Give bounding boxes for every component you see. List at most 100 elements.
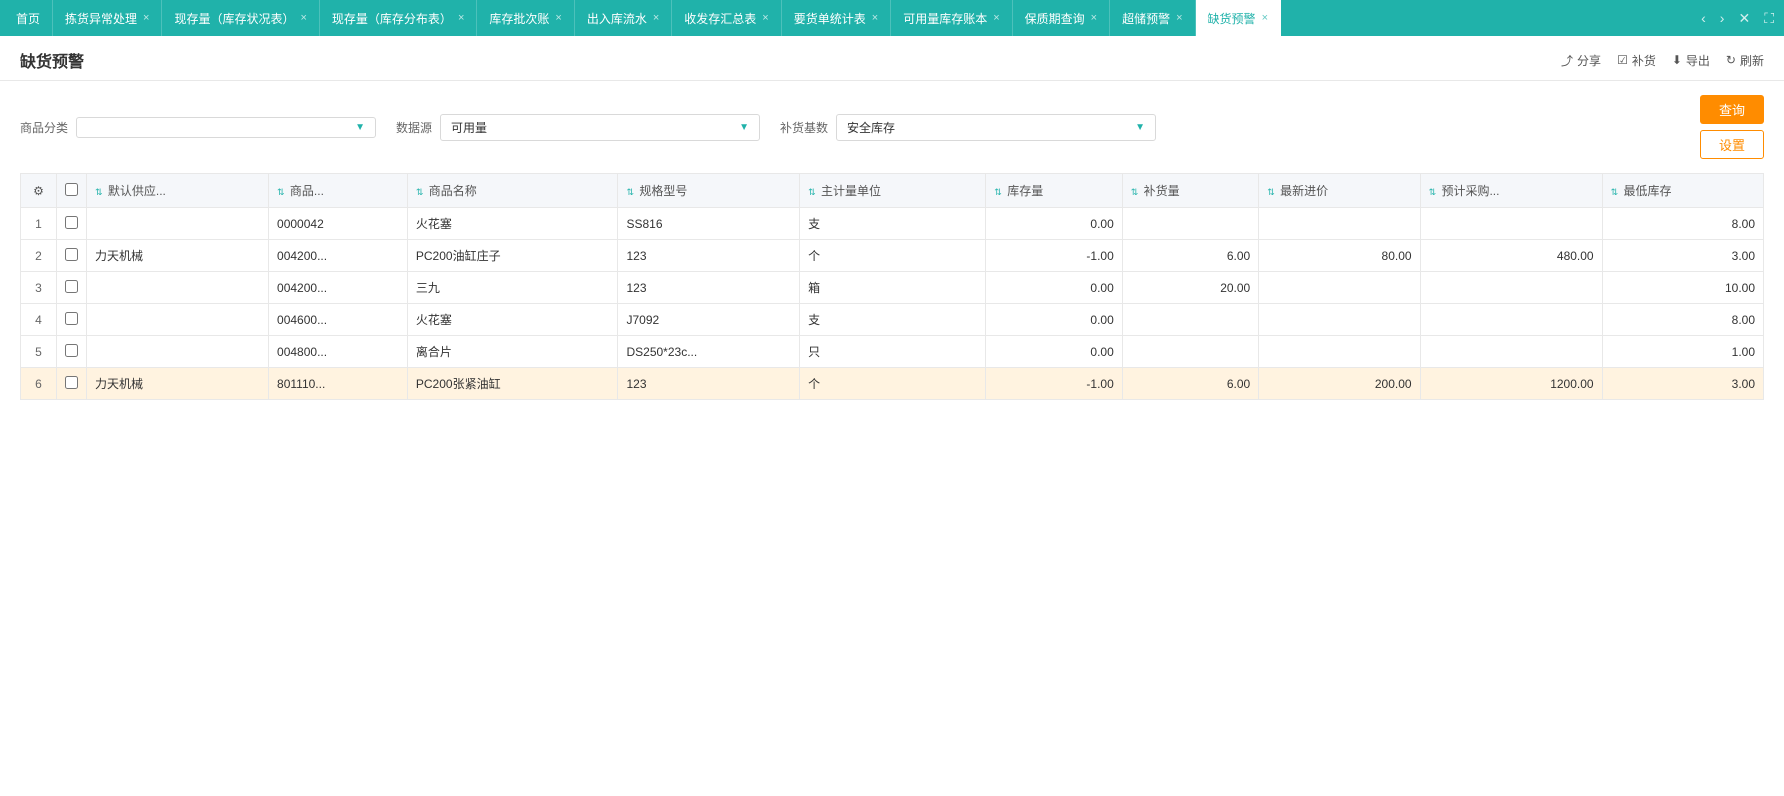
tab-available-ledger[interactable]: 可用量库存账本 × <box>891 0 1012 36</box>
tab-batch-account-label: 库存批次账 <box>489 10 549 27</box>
tab-summary-close[interactable]: × <box>762 12 768 24</box>
td-est-purchase <box>1420 336 1602 368</box>
data-table: ⚙ ⇅ 默认供应... ⇅ 商品... ⇅ 商品名称 <box>20 173 1764 400</box>
tab-inventory-status-close[interactable]: × <box>300 12 306 24</box>
td-spec: 123 <box>618 272 800 304</box>
th-stock[interactable]: ⇅ 库存量 <box>986 174 1122 208</box>
replenish-icon: ☑ <box>1617 53 1628 67</box>
settings-button[interactable]: 设置 <box>1700 130 1764 159</box>
row-checkbox[interactable] <box>65 312 78 325</box>
table-row: 3 004200... 三九 123 箱 0.00 20.00 10.00 <box>21 272 1764 304</box>
tab-inventory-status[interactable]: 现存量（库存状况表） × <box>162 0 319 36</box>
td-unit: 只 <box>800 336 986 368</box>
td-checkbox <box>57 208 87 240</box>
goods-name-sort-icon: ⇅ <box>416 187 424 197</box>
tab-home[interactable]: 首页 <box>4 0 53 36</box>
query-button[interactable]: 查询 <box>1700 95 1764 124</box>
export-icon: ⬇ <box>1672 53 1682 67</box>
th-spec[interactable]: ⇅ 规格型号 <box>618 174 800 208</box>
td-min-stock: 10.00 <box>1602 272 1763 304</box>
th-supplier[interactable]: ⇅ 默认供应... <box>87 174 269 208</box>
gear-icon[interactable]: ⚙ <box>33 184 44 198</box>
tab-overstock[interactable]: 超储预警 × <box>1110 0 1195 36</box>
filter-area: 商品分类 ▼ 数据源 可用量 ▼ 补货基数 安全库存 ▼ 查询 设置 <box>0 81 1784 173</box>
th-goods-code[interactable]: ⇅ 商品... <box>269 174 408 208</box>
td-spec: J7092 <box>618 304 800 336</box>
share-action[interactable]: ⤴ 分享 <box>1561 52 1601 69</box>
tab-expand-button[interactable]: ⛶ <box>1758 6 1780 31</box>
tab-shortage[interactable]: 缺货预警 × <box>1196 0 1281 36</box>
td-min-stock: 1.00 <box>1602 336 1763 368</box>
td-row-num: 5 <box>21 336 57 368</box>
td-spec: 123 <box>618 368 800 400</box>
tab-picking-exception[interactable]: 拣货异常处理 × <box>53 0 162 36</box>
refresh-action[interactable]: ↻ 刷新 <box>1726 52 1764 69</box>
tab-inventory-status-label: 现存量（库存状况表） <box>174 10 294 27</box>
th-unit[interactable]: ⇅ 主计量单位 <box>800 174 986 208</box>
replenish-basis-value: 安全库存 <box>847 119 895 136</box>
th-replenish[interactable]: ⇅ 补货量 <box>1122 174 1258 208</box>
tab-requisition[interactable]: 要货单统计表 × <box>782 0 891 36</box>
th-goods-name[interactable]: ⇅ 商品名称 <box>407 174 618 208</box>
tab-shelf-life[interactable]: 保质期查询 × <box>1013 0 1110 36</box>
tab-batch-account[interactable]: 库存批次账 × <box>477 0 574 36</box>
td-replenish <box>1122 208 1258 240</box>
share-label: 分享 <box>1577 52 1601 69</box>
tab-next-button[interactable]: › <box>1714 6 1731 30</box>
td-est-purchase: 480.00 <box>1420 240 1602 272</box>
datasource-filter-group: 数据源 可用量 ▼ <box>396 114 760 141</box>
tab-inout-flow-label: 出入库流水 <box>587 10 647 27</box>
tab-batch-account-close[interactable]: × <box>555 12 561 24</box>
row-checkbox[interactable] <box>65 248 78 261</box>
row-checkbox[interactable] <box>65 376 78 389</box>
td-latest-price <box>1259 208 1420 240</box>
replenish-basis-select[interactable]: 安全库存 ▼ <box>836 114 1156 141</box>
tab-summary-label: 收发存汇总表 <box>684 10 756 27</box>
tab-summary[interactable]: 收发存汇总表 × <box>672 0 781 36</box>
category-chevron-icon: ▼ <box>355 122 365 133</box>
td-goods-code: 004800... <box>269 336 408 368</box>
tab-inout-flow-close[interactable]: × <box>653 12 659 24</box>
replenish-action[interactable]: ☑ 补货 <box>1617 52 1656 69</box>
td-row-num: 3 <box>21 272 57 304</box>
table-body: 1 0000042 火花塞 SS816 支 0.00 8.00 2 力天机械 0… <box>21 208 1764 400</box>
category-filter-label: 商品分类 <box>20 119 68 136</box>
export-action[interactable]: ⬇ 导出 <box>1672 52 1710 69</box>
tab-available-ledger-close[interactable]: × <box>993 12 999 24</box>
td-checkbox <box>57 240 87 272</box>
row-checkbox[interactable] <box>65 216 78 229</box>
table-row: 2 力天机械 004200... PC200油缸庄子 123 个 -1.00 6… <box>21 240 1764 272</box>
tab-close-all-button[interactable]: ✕ <box>1732 6 1756 31</box>
row-checkbox[interactable] <box>65 344 78 357</box>
tab-shortage-close[interactable]: × <box>1262 12 1268 24</box>
td-goods-code: 0000042 <box>269 208 408 240</box>
replenish-sort-icon: ⇅ <box>1131 187 1139 197</box>
td-supplier: 力天机械 <box>87 240 269 272</box>
tab-prev-button[interactable]: ‹ <box>1695 6 1712 30</box>
th-latest-price[interactable]: ⇅ 最新进价 <box>1259 174 1420 208</box>
table-row: 6 力天机械 801110... PC200张紧油缸 123 个 -1.00 6… <box>21 368 1764 400</box>
tab-picking-exception-close[interactable]: × <box>143 12 149 24</box>
category-select[interactable]: ▼ <box>76 117 376 138</box>
td-supplier <box>87 272 269 304</box>
th-goods-name-label: 商品名称 <box>429 184 477 198</box>
datasource-select[interactable]: 可用量 ▼ <box>440 114 760 141</box>
tab-requisition-close[interactable]: × <box>872 12 878 24</box>
tab-inventory-dist-close[interactable]: × <box>458 12 464 24</box>
tab-shelf-life-close[interactable]: × <box>1091 12 1097 24</box>
td-stock: -1.00 <box>986 368 1122 400</box>
td-goods-code: 004200... <box>269 240 408 272</box>
tab-overstock-close[interactable]: × <box>1176 12 1182 24</box>
tab-inout-flow[interactable]: 出入库流水 × <box>575 0 672 36</box>
th-min-stock[interactable]: ⇅ 最低库存 <box>1602 174 1763 208</box>
tab-inventory-dist[interactable]: 现存量（库存分布表） × <box>320 0 477 36</box>
action-buttons: 查询 设置 <box>1700 95 1764 159</box>
td-supplier <box>87 336 269 368</box>
td-checkbox <box>57 336 87 368</box>
tab-bar: 首页 拣货异常处理 × 现存量（库存状况表） × 现存量（库存分布表） × 库存… <box>0 0 1784 36</box>
th-est-purchase[interactable]: ⇅ 预计采购... <box>1420 174 1602 208</box>
select-all-checkbox[interactable] <box>65 183 78 196</box>
td-stock: -1.00 <box>986 240 1122 272</box>
tab-shortage-label: 缺货预警 <box>1208 10 1256 27</box>
row-checkbox[interactable] <box>65 280 78 293</box>
